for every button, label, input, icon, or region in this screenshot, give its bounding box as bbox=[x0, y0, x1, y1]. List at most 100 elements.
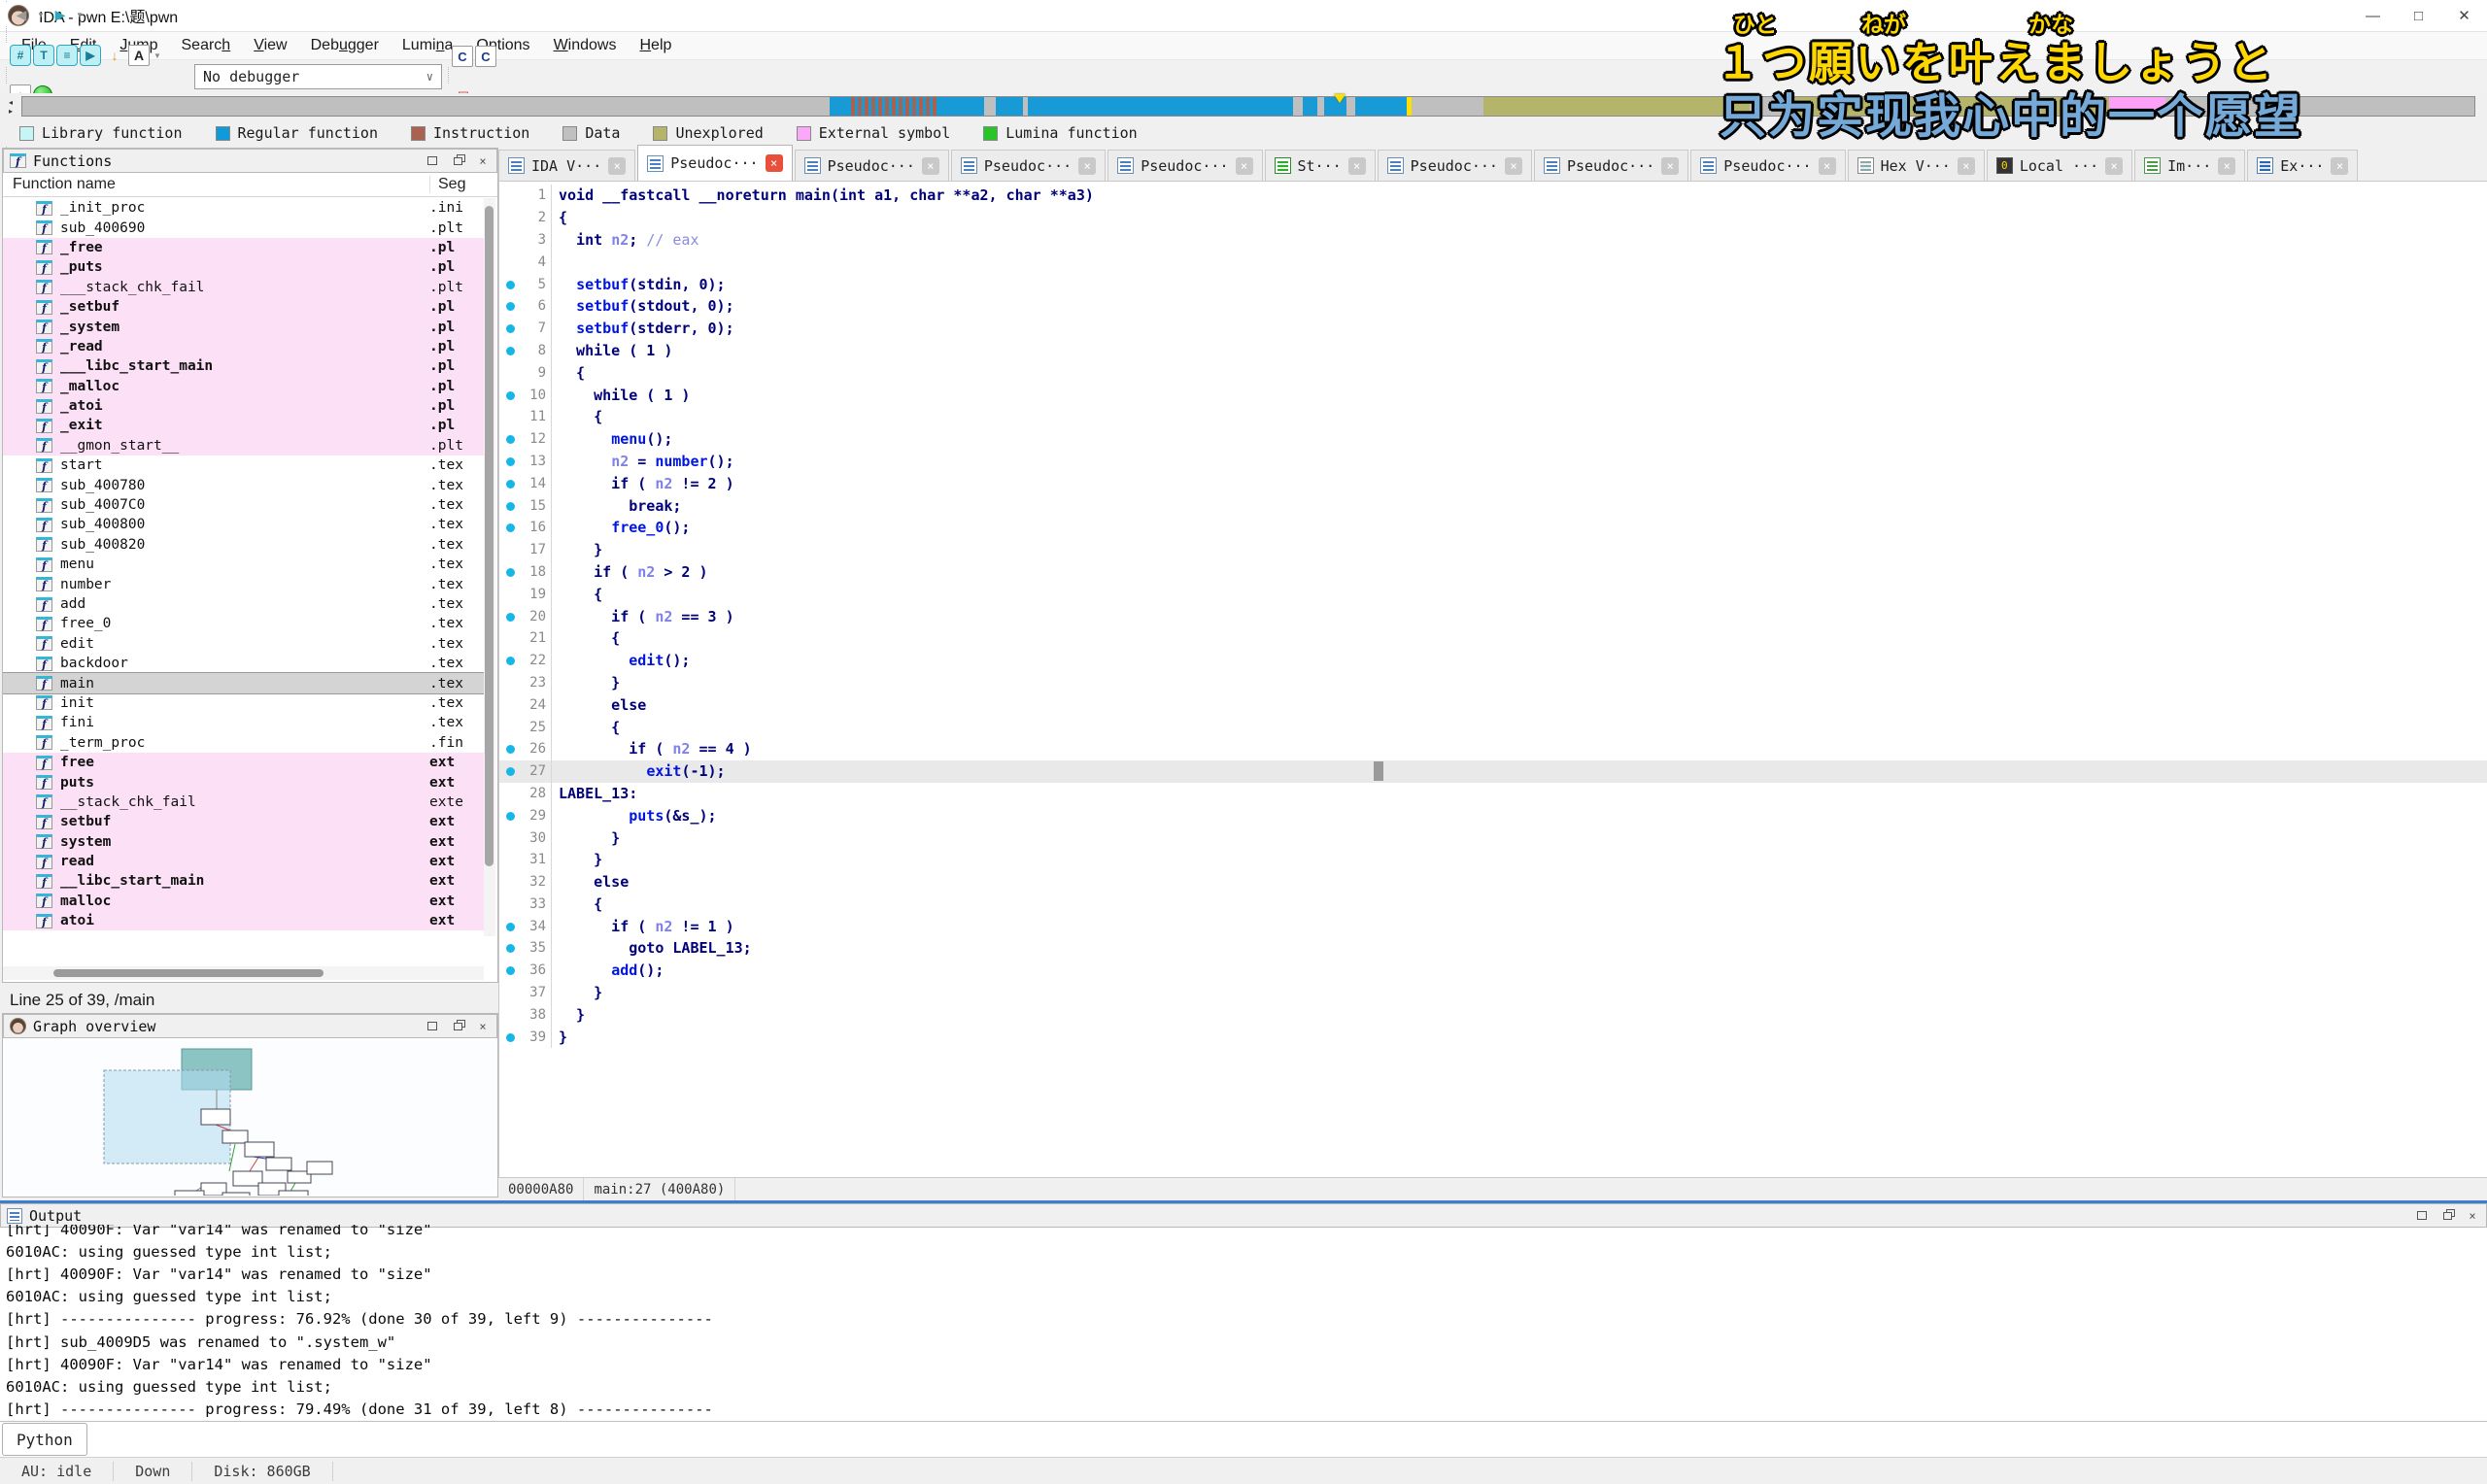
tab-close-icon[interactable]: × bbox=[2105, 156, 2124, 175]
function-row-setbuf[interactable]: f setbuf ext bbox=[3, 812, 484, 832]
functions-panel-titlebar[interactable]: f Functions × bbox=[3, 149, 497, 173]
panel-float-icon[interactable] bbox=[450, 154, 465, 168]
function-row-_init_proc[interactable]: f _init_proc .ini bbox=[3, 198, 484, 218]
tab-pseudoc[interactable]: Pseudoc··· × bbox=[1690, 150, 1846, 181]
function-row-__stack_chk_fail[interactable]: f __stack_chk_fail exte bbox=[3, 792, 484, 813]
code-line-3[interactable]: 3 int n2; // eax bbox=[499, 228, 2487, 252]
code-line-20[interactable]: 20 if ( n2 == 3 ) bbox=[499, 605, 2487, 627]
window-go-icon[interactable]: ▶ bbox=[80, 45, 101, 66]
function-row-___libc_start_main[interactable]: f ___libc_start_main .pl bbox=[3, 356, 484, 377]
tab-close-icon[interactable]: × bbox=[1078, 156, 1097, 175]
font-drop-icon[interactable]: ▼ bbox=[152, 44, 163, 67]
graph-overview-canvas[interactable] bbox=[4, 1039, 496, 1205]
tab-close-icon[interactable]: × bbox=[1661, 156, 1680, 175]
forward-drop-icon[interactable]: ▼ bbox=[74, 3, 85, 26]
function-row-_malloc[interactable]: f _malloc .pl bbox=[3, 376, 484, 396]
function-row-read[interactable]: f read ext bbox=[3, 851, 484, 872]
code-line-17[interactable]: 17 } bbox=[499, 538, 2487, 561]
panel-restore-icon[interactable] bbox=[2414, 1209, 2430, 1223]
tab-local[interactable]: Local ··· × bbox=[1986, 150, 2133, 181]
functions-horizontal-scrollbar[interactable] bbox=[3, 966, 484, 980]
code-line-2[interactable]: 2{ bbox=[499, 206, 2487, 229]
menu-windows[interactable]: Windows bbox=[542, 35, 629, 56]
functions-vertical-scrollbar[interactable] bbox=[484, 198, 495, 936]
cli-input[interactable] bbox=[88, 1422, 2487, 1457]
graph-overview-titlebar[interactable]: Graph overview × bbox=[3, 1014, 497, 1038]
code-line-25[interactable]: 25 { bbox=[499, 716, 2487, 738]
tab-close-icon[interactable]: × bbox=[2331, 156, 2349, 175]
function-row-add[interactable]: f add .tex bbox=[3, 594, 484, 614]
panel-float-icon[interactable] bbox=[450, 1020, 465, 1033]
function-row-_exit[interactable]: f _exit .pl bbox=[3, 416, 484, 436]
code-line-6[interactable]: 6 setbuf(stdout, 0); bbox=[499, 294, 2487, 318]
tab-pseudoc[interactable]: Pseudoc··· × bbox=[794, 150, 949, 181]
function-row-start[interactable]: f start .tex bbox=[3, 455, 484, 475]
minimize-button[interactable]: — bbox=[2350, 0, 2396, 32]
window-struct-icon[interactable]: ≡ bbox=[56, 45, 78, 66]
function-row-backdoor[interactable]: f backdoor .tex bbox=[3, 654, 484, 673]
code-line-38[interactable]: 38 } bbox=[499, 1003, 2487, 1027]
code-line-26[interactable]: 26 if ( n2 == 4 ) bbox=[499, 737, 2487, 760]
function-row-edit[interactable]: f edit .tex bbox=[3, 634, 484, 654]
panel-close-icon[interactable]: × bbox=[475, 1020, 491, 1033]
tab-close-icon[interactable]: × bbox=[2218, 156, 2236, 175]
code-line-10[interactable]: 10 while ( 1 ) bbox=[499, 384, 2487, 406]
code-line-9[interactable]: 9 { bbox=[499, 361, 2487, 385]
code-line-31[interactable]: 31 } bbox=[499, 848, 2487, 871]
code-line-21[interactable]: 21 { bbox=[499, 626, 2487, 650]
column-seg[interactable]: Seg bbox=[430, 176, 465, 193]
panel-float-icon[interactable] bbox=[2439, 1209, 2455, 1223]
tab-pseudoc[interactable]: Pseudoc··· × bbox=[1107, 150, 1263, 181]
function-row-_read[interactable]: f _read .pl bbox=[3, 336, 484, 357]
function-row-sub_400690[interactable]: f sub_400690 .plt bbox=[3, 218, 484, 237]
continue-c-icon[interactable]: C bbox=[452, 46, 473, 67]
code-line-12[interactable]: 12 menu(); bbox=[499, 427, 2487, 451]
navband-position-marker[interactable] bbox=[1334, 94, 1346, 103]
function-row-init[interactable]: f init .tex bbox=[3, 693, 484, 713]
code-line-7[interactable]: 7 setbuf(stderr, 0); bbox=[499, 317, 2487, 340]
function-row-_system[interactable]: f _system .pl bbox=[3, 317, 484, 337]
code-line-33[interactable]: 33 { bbox=[499, 893, 2487, 916]
code-line-39[interactable]: 39} bbox=[499, 1026, 2487, 1049]
code-line-28[interactable]: 28 LABEL_13: bbox=[499, 782, 2487, 805]
function-row-_setbuf[interactable]: f _setbuf .pl bbox=[3, 296, 484, 318]
code-line-22[interactable]: 22 edit(); bbox=[499, 649, 2487, 672]
tab-pseudoc[interactable]: Pseudoc··· × bbox=[637, 145, 793, 181]
menu-help[interactable]: Help bbox=[628, 35, 683, 56]
tab-close-icon[interactable]: × bbox=[1504, 156, 1522, 175]
function-row-system[interactable]: f system ext bbox=[3, 831, 484, 852]
code-line-13[interactable]: 13 n2 = number(); bbox=[499, 450, 2487, 473]
function-row-free_0[interactable]: f free_0 .tex bbox=[3, 614, 484, 633]
forward-icon[interactable]: ▶ bbox=[49, 3, 72, 26]
function-row-sub_400800[interactable]: f sub_400800 .tex bbox=[3, 515, 484, 534]
back-icon[interactable]: ◀ bbox=[10, 3, 33, 26]
tab-st[interactable]: St··· × bbox=[1264, 150, 1376, 181]
function-row-fini[interactable]: f fini .tex bbox=[3, 713, 484, 732]
menu-view[interactable]: View bbox=[242, 35, 298, 56]
function-row-sub_400780[interactable]: f sub_400780 .tex bbox=[3, 475, 484, 494]
pseudocode-view[interactable]: 1 void __fastcall __noreturn main(int a1,… bbox=[498, 182, 2487, 1177]
tab-close-icon[interactable]: × bbox=[1818, 156, 1836, 175]
function-row-atoi[interactable]: f atoi ext bbox=[3, 911, 484, 931]
tab-pseudoc[interactable]: Pseudoc··· × bbox=[1533, 150, 1689, 181]
code-line-34[interactable]: 34 if ( n2 != 1 ) bbox=[499, 915, 2487, 938]
tab-pseudoc[interactable]: Pseudoc··· × bbox=[950, 150, 1107, 181]
code-line-8[interactable]: 8 while ( 1 ) bbox=[499, 339, 2487, 362]
navband-scroll-arrows[interactable]: ◂ ▸ bbox=[4, 96, 17, 118]
panel-close-icon[interactable]: × bbox=[2465, 1209, 2480, 1223]
function-row-sub_400820[interactable]: f sub_400820 .tex bbox=[3, 535, 484, 555]
code-line-11[interactable]: 11 { bbox=[499, 405, 2487, 428]
function-row-___stack_chk_fail[interactable]: f ___stack_chk_fail .plt bbox=[3, 277, 484, 297]
code-line-4[interactable]: 4 bbox=[499, 251, 2487, 274]
code-line-5[interactable]: 5 setbuf(stdin, 0); bbox=[499, 273, 2487, 295]
function-row-free[interactable]: f free ext bbox=[3, 752, 484, 773]
code-line-35[interactable]: 35 goto LABEL_13; bbox=[499, 937, 2487, 960]
code-line-32[interactable]: 32 else bbox=[499, 870, 2487, 894]
function-row-malloc[interactable]: f malloc ext bbox=[3, 891, 484, 912]
tab-close-icon[interactable]: × bbox=[921, 156, 939, 175]
tab-idav[interactable]: IDA V··· × bbox=[498, 150, 636, 181]
function-row-sub_4007C0[interactable]: f sub_4007C0 .tex bbox=[3, 495, 484, 515]
function-row-_atoi[interactable]: f _atoi .pl bbox=[3, 395, 484, 417]
function-row-main[interactable]: f main .tex bbox=[3, 672, 484, 694]
tab-close-icon[interactable]: × bbox=[1957, 156, 1975, 175]
